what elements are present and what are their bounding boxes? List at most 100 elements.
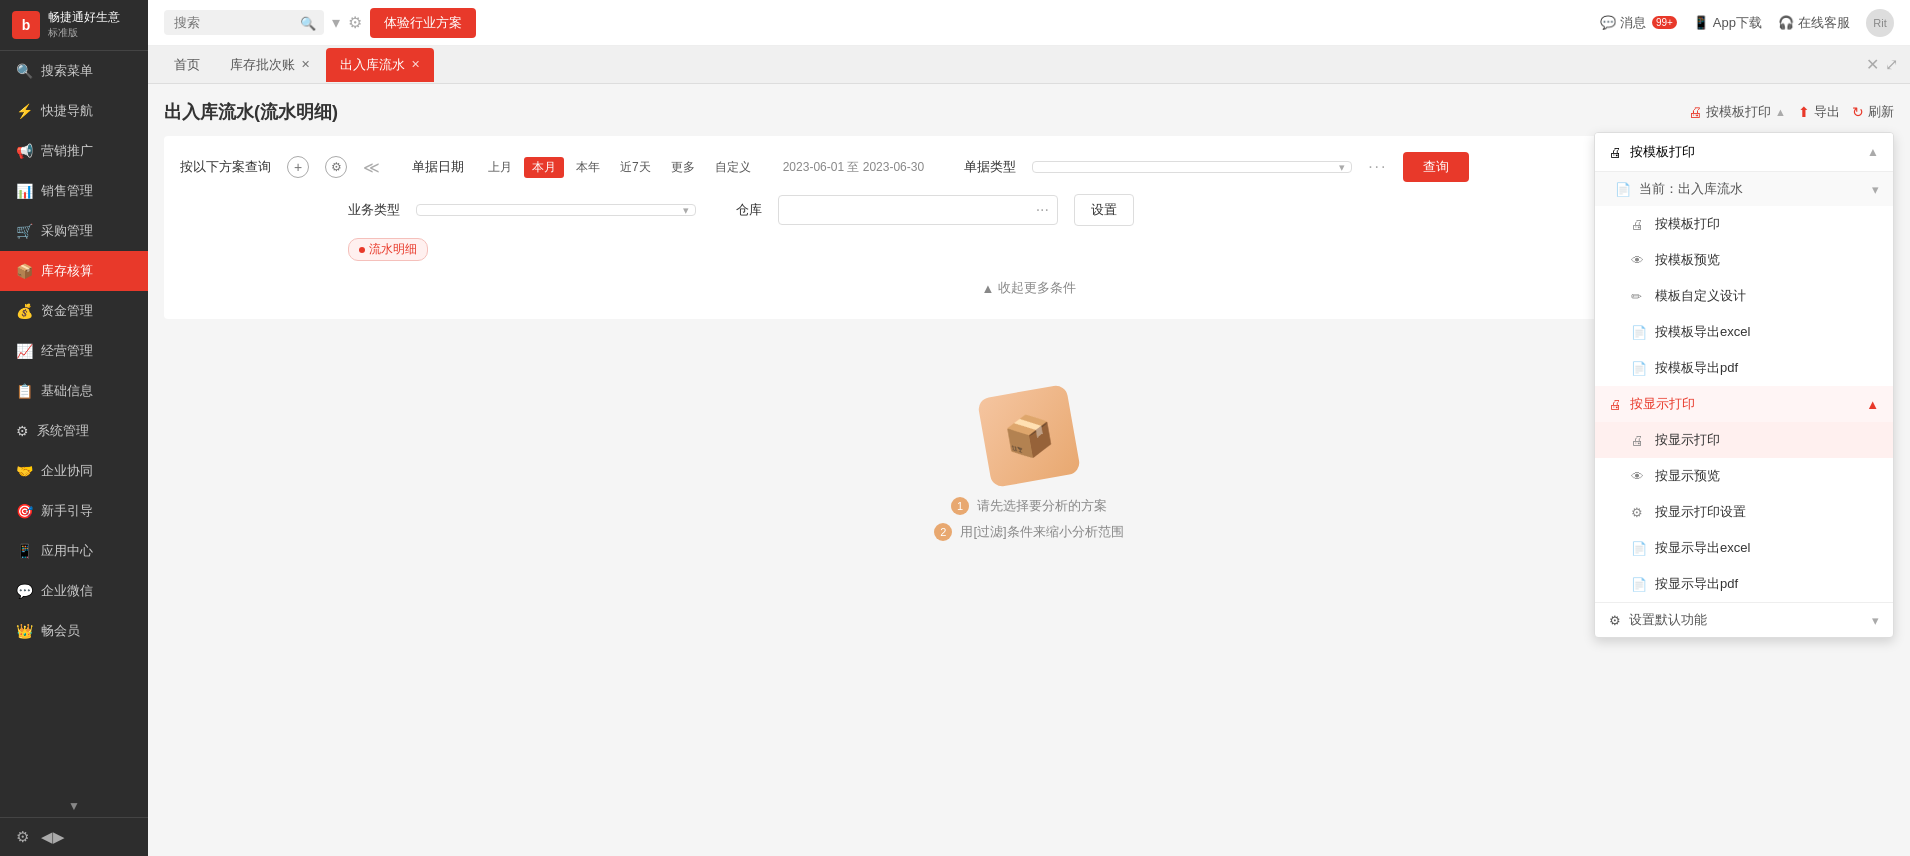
add-filter-btn[interactable]: + (287, 156, 309, 178)
app-download-btn[interactable]: 📱 App下载 (1693, 14, 1762, 32)
sidebar-item-vip[interactable]: 👑 畅会员 (0, 611, 148, 651)
print-template-design[interactable]: ✏ 模板自定义设计 (1595, 278, 1893, 314)
print-template-print[interactable]: 🖨 按模板打印 (1595, 206, 1893, 242)
app-logo-icon: b (12, 11, 40, 39)
apps-icon: 📱 (16, 543, 33, 559)
print-display-excel[interactable]: 📄 按显示导出excel (1595, 530, 1893, 566)
sidebar-item-corp[interactable]: 🤝 企业协同 (0, 451, 148, 491)
sidebar-item-purchase[interactable]: 🛒 采购管理 (0, 211, 148, 251)
sidebar-item-wechat[interactable]: 💬 企业微信 (0, 571, 148, 611)
print-panel-header[interactable]: 🖨 按模板打印 ▲ (1595, 133, 1893, 172)
sidebar-item-guide[interactable]: 🎯 新手引导 (0, 491, 148, 531)
settings-icon[interactable]: ⚙ (16, 828, 29, 846)
refresh-icon: ↻ (1852, 104, 1864, 120)
empty-illustration: 📦 (977, 384, 1081, 488)
sidebar-item-finance[interactable]: 💰 资金管理 (0, 291, 148, 331)
sidebar-item-label: 资金管理 (41, 302, 93, 320)
date-more[interactable]: 更多 (663, 157, 703, 178)
print-display-pdf[interactable]: 📄 按显示导出pdf (1595, 566, 1893, 602)
industry-btn[interactable]: 体验行业方案 (370, 8, 476, 38)
sidebar-item-ops[interactable]: 📈 经营管理 (0, 331, 148, 371)
export-icon: ⬆ (1798, 104, 1810, 120)
print-panel-title: 按模板打印 (1630, 143, 1695, 161)
print-display-section-header[interactable]: 🖨 按显示打印 ▲ (1595, 386, 1893, 422)
print-template-pdf[interactable]: 📄 按模板导出pdf (1595, 350, 1893, 386)
query-btn[interactable]: 查询 (1403, 152, 1469, 182)
template-print-btn[interactable]: 🖨 按模板打印 ▲ (1688, 103, 1786, 121)
settings-btn[interactable]: 设置 (1074, 194, 1134, 226)
print-display-preview[interactable]: 👁 按显示预览 (1595, 458, 1893, 494)
print-display-settings[interactable]: ⚙ 按显示打印设置 (1595, 494, 1893, 530)
doc-icon: 📄 (1615, 182, 1631, 197)
sidebar-item-label: 企业协同 (41, 462, 93, 480)
print-panel-footer[interactable]: ⚙ 设置默认功能 ▾ (1595, 602, 1893, 637)
date-last-month[interactable]: 上月 (480, 157, 520, 178)
topbar-right: 💬 消息 99+ 📱 App下载 🎧 在线客服 Rit (1600, 9, 1894, 37)
date-this-year[interactable]: 本年 (568, 157, 608, 178)
notifications-btn[interactable]: 💬 消息 99+ (1600, 14, 1677, 32)
page-content: 出入库流水(流水明细) 🖨 按模板打印 ▲ ⬆ 导出 ↻ 刷新 (148, 84, 1910, 856)
inout-flow-tab-label: 出入库流水 (340, 56, 405, 74)
display-section-label: 按显示打印 (1630, 395, 1695, 413)
sidebar-item-label: 畅会员 (41, 622, 80, 640)
display-printer-icon: 🖨 (1631, 433, 1647, 448)
sidebar-item-sales[interactable]: 📊 销售管理 (0, 171, 148, 211)
sidebar-item-apps[interactable]: 📱 应用中心 (0, 531, 148, 571)
display-section-chevron: ▲ (1866, 397, 1879, 412)
inout-flow-tab-close[interactable]: ✕ (411, 58, 420, 71)
edit-item-icon: ✏ (1631, 289, 1647, 304)
inventory-icon: 📦 (16, 263, 33, 279)
tab-inout-flow[interactable]: 出入库流水 ✕ (326, 48, 434, 82)
voucher-type-chevron-icon: ▾ (1339, 161, 1345, 174)
sidebar-item-label: 经营管理 (41, 342, 93, 360)
more-options-btn[interactable]: ··· (1368, 158, 1387, 176)
sidebar-item-marketing[interactable]: 📢 营销推广 (0, 131, 148, 171)
refresh-btn[interactable]: ↻ 刷新 (1852, 103, 1894, 121)
tab-batch-account[interactable]: 库存批次账 ✕ (216, 48, 324, 82)
sidebar: b 畅捷通好生意 标准版 🔍 搜索菜单 ⚡ 快捷导航 📢 营销推广 📊 销售管理… (0, 0, 148, 856)
finance-icon: 💰 (16, 303, 33, 319)
batch-account-tab-label: 库存批次账 (230, 56, 295, 74)
chevron-up-icon: ▲ (1775, 106, 1786, 118)
sidebar-item-label: 应用中心 (41, 542, 93, 560)
main-area: 🔍 ▾ ⚙ 体验行业方案 💬 消息 99+ 📱 App下载 🎧 在线客服 (148, 0, 1910, 856)
biz-type-label: 业务类型 (348, 201, 400, 219)
customer-service-btn[interactable]: 🎧 在线客服 (1778, 14, 1850, 32)
print-template-preview[interactable]: 👁 按模板预览 (1595, 242, 1893, 278)
tab-bar: 首页 库存批次账 ✕ 出入库流水 ✕ ✕ ⤢ (148, 46, 1910, 84)
sidebar-item-inventory[interactable]: 📦 库存核算 (0, 251, 148, 291)
sidebar-scroll-down[interactable]: ▼ (0, 795, 148, 817)
date-this-month[interactable]: 本月 (524, 157, 564, 178)
filter-settings-btn[interactable]: ⚙ (325, 156, 347, 178)
export-btn[interactable]: ⬆ 导出 (1798, 103, 1840, 121)
batch-account-tab-close[interactable]: ✕ (301, 58, 310, 71)
home-tab-label: 首页 (174, 56, 200, 74)
topbar-settings-icon[interactable]: ⚙ (348, 13, 362, 32)
date-custom[interactable]: 自定义 (707, 157, 759, 178)
date-field-label: 单据日期 (412, 158, 464, 176)
sidebar-item-quick-nav[interactable]: ⚡ 快捷导航 (0, 91, 148, 131)
filter-collapse-left-icon[interactable]: ≪ (363, 158, 380, 177)
user-menu[interactable]: Rit (1866, 9, 1894, 37)
warehouse-more-icon: ··· (1036, 201, 1049, 219)
filter-tag-flow[interactable]: 流水明细 (348, 238, 428, 261)
collapse-sidebar-icon[interactable]: ◀▶ (41, 828, 65, 846)
close-window-icon[interactable]: ✕ (1866, 55, 1879, 74)
sidebar-item-label: 销售管理 (41, 182, 93, 200)
sidebar-item-system[interactable]: ⚙ 系统管理 (0, 411, 148, 451)
warehouse-select[interactable]: ··· (778, 195, 1058, 225)
headset-icon: 🎧 (1778, 15, 1794, 30)
notifications-label: 消息 (1620, 14, 1646, 32)
print-template-excel[interactable]: 📄 按模板导出excel (1595, 314, 1893, 350)
sidebar-item-basic[interactable]: 📋 基础信息 (0, 371, 148, 411)
phone-icon: 📱 (1693, 15, 1709, 30)
voucher-type-select[interactable]: ▾ (1032, 161, 1352, 173)
date-last-7[interactable]: 近7天 (612, 157, 659, 178)
print-current-chevron: ▾ (1872, 182, 1879, 197)
biz-type-select[interactable]: ▾ (416, 204, 696, 216)
sidebar-item-search[interactable]: 🔍 搜索菜单 (0, 51, 148, 91)
maximize-window-icon[interactable]: ⤢ (1885, 55, 1898, 74)
tab-home[interactable]: 首页 (160, 48, 214, 82)
print-display-print[interactable]: 🖨 按显示打印 (1595, 422, 1893, 458)
topbar-dropdown-icon[interactable]: ▾ (332, 13, 340, 32)
